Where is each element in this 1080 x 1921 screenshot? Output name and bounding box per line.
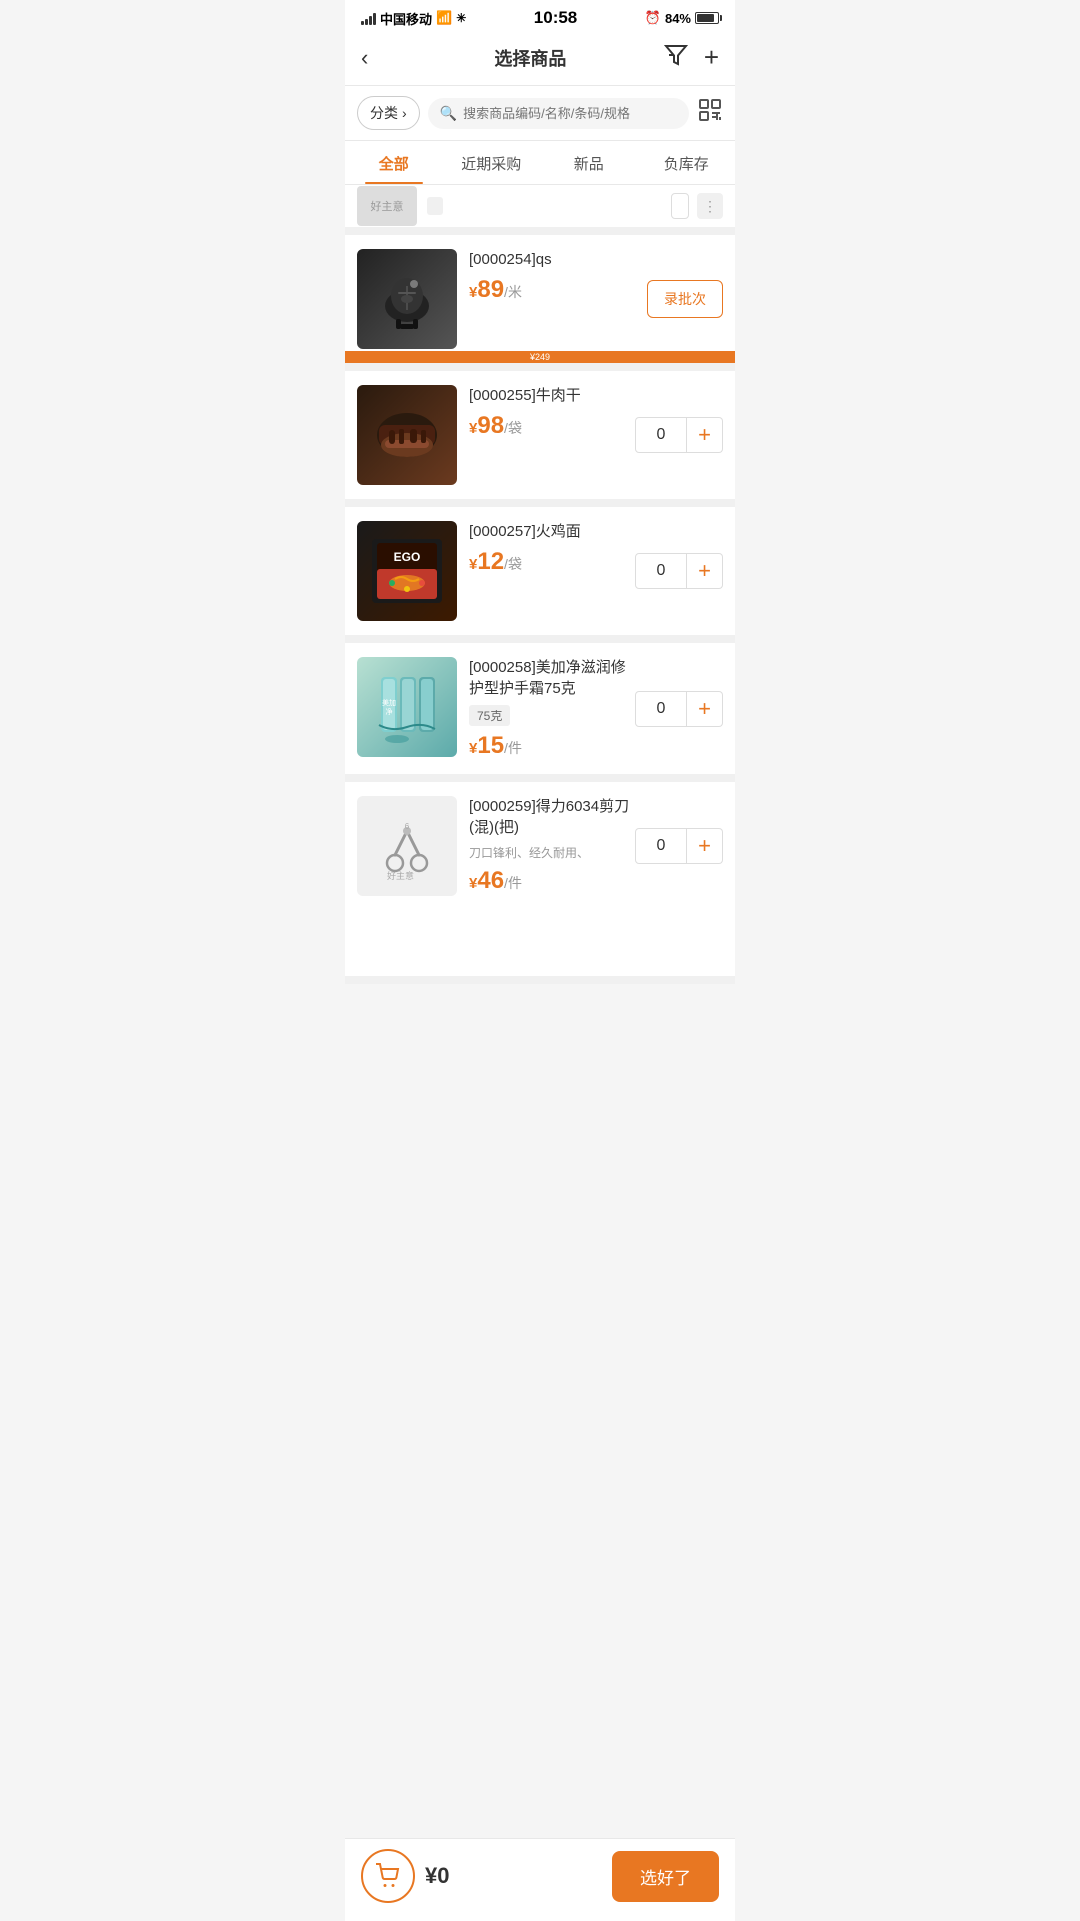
product-item-0000255: [0000255]牛肉干 ¥98/袋 0 + bbox=[345, 371, 735, 507]
product-action-0000259: 0 + bbox=[635, 828, 723, 864]
product-thumb-0000259: 6 好主意 bbox=[357, 796, 457, 896]
category-button[interactable]: 分类 › bbox=[357, 96, 420, 130]
partial-brand-label: 好主意 bbox=[371, 198, 404, 214]
product-thumb-0000257: EGO bbox=[357, 521, 457, 621]
filter-button[interactable] bbox=[664, 43, 688, 73]
product-price-0000257: ¥12/袋 bbox=[469, 548, 635, 576]
partial-item-info bbox=[427, 197, 671, 215]
product-action-0000254: 录批次 bbox=[647, 280, 723, 318]
product-spec-0000258: 75克 bbox=[469, 705, 510, 726]
product-item-0000258: 美加 净 [0000258]美加净滋润修护型护手霜75克 75克 ¥15/件 0… bbox=[345, 643, 735, 782]
category-arrow: › bbox=[402, 105, 407, 121]
status-left: 中国移动 📶 ✳ bbox=[361, 9, 466, 28]
product-thumb-0000254: ¥249 bbox=[357, 249, 457, 349]
bottom-bar: ¥0 选好了 bbox=[345, 1838, 735, 1921]
page-title: 选择商品 bbox=[494, 45, 566, 71]
tab-recent[interactable]: 近期采购 bbox=[443, 141, 541, 184]
product-price-0000254: ¥89/米 bbox=[469, 276, 647, 304]
product-action-0000258: 0 + bbox=[635, 691, 723, 727]
status-right: ⏰ 84% bbox=[645, 10, 719, 26]
qty-control-0000258: 0 + bbox=[635, 691, 723, 727]
tabs-row: 全部 近期采购 新品 负库存 bbox=[345, 141, 735, 185]
carrier-name: 中国移动 bbox=[380, 9, 432, 28]
nav-bar: ‹ 选择商品 + bbox=[345, 32, 735, 86]
cart-button[interactable] bbox=[361, 1849, 415, 1903]
svg-text:美加: 美加 bbox=[382, 698, 396, 707]
product-name-0000254: [0000254]qs bbox=[469, 249, 647, 270]
tab-negative[interactable]: 负库存 bbox=[638, 141, 736, 184]
product-desc-0000259: 刀口锋利、经久耐用、 bbox=[469, 844, 635, 861]
signal-icon bbox=[361, 11, 376, 25]
svg-text:好主意: 好主意 bbox=[387, 870, 414, 881]
product-info-0000258: [0000258]美加净滋润修护型护手霜75克 75克 ¥15/件 bbox=[469, 657, 635, 760]
battery-pct: 84% bbox=[665, 11, 691, 26]
product-item-0000254: ¥249 [0000254]qs ¥89/米 录批次 bbox=[345, 235, 735, 371]
status-time: 10:58 bbox=[534, 8, 577, 28]
qty-plus-0000258[interactable]: + bbox=[687, 691, 723, 727]
qty-control-0000255: 0 + bbox=[635, 417, 723, 453]
product-info-0000254: [0000254]qs ¥89/米 bbox=[469, 249, 647, 304]
svg-text:6: 6 bbox=[405, 822, 410, 831]
status-bar: 中国移动 📶 ✳ 10:58 ⏰ 84% bbox=[345, 0, 735, 32]
product-action-0000257: 0 + bbox=[635, 553, 723, 589]
qty-plus-0000255[interactable]: + bbox=[687, 417, 723, 453]
product-item-0000257: EGO [0000257]火鸡面 ¥12/袋 0 + bbox=[345, 507, 735, 643]
tab-all[interactable]: 全部 bbox=[345, 141, 443, 184]
product-info-0000257: [0000257]火鸡面 ¥12/袋 bbox=[469, 521, 635, 576]
qty-display-0000258: 0 bbox=[635, 691, 687, 727]
product-name-0000258: [0000258]美加净滋润修护型护手霜75克 bbox=[469, 657, 635, 699]
product-thumb-0000258: 美加 净 bbox=[357, 657, 457, 757]
svg-text:净: 净 bbox=[386, 707, 393, 716]
cart-total: ¥0 bbox=[425, 1863, 449, 1889]
product-name-0000255: [0000255]牛肉干 bbox=[469, 385, 635, 406]
search-input-wrap: 🔍 bbox=[428, 98, 689, 129]
back-button[interactable]: ‹ bbox=[361, 45, 397, 71]
tab-new[interactable]: 新品 bbox=[540, 141, 638, 184]
qty-plus-0000259[interactable]: + bbox=[687, 828, 723, 864]
category-label: 分类 bbox=[370, 103, 398, 123]
scan-button[interactable] bbox=[697, 97, 723, 129]
qty-display-0000257: 0 bbox=[635, 553, 687, 589]
confirm-button[interactable]: 选好了 bbox=[612, 1851, 719, 1902]
product-thumb-0000255 bbox=[357, 385, 457, 485]
product-name-0000257: [0000257]火鸡面 bbox=[469, 521, 635, 542]
alarm-icon: ⏰ bbox=[645, 10, 661, 26]
battery-icon bbox=[695, 12, 719, 24]
qty-control-0000257: 0 + bbox=[635, 553, 723, 589]
search-icon: 🔍 bbox=[440, 105, 457, 122]
product-list: ¥249 [0000254]qs ¥89/米 录批次 bbox=[345, 235, 735, 984]
qty-control-0000259: 0 + bbox=[635, 828, 723, 864]
partial-more-icon: ⋮ bbox=[697, 193, 723, 219]
search-row: 分类 › 🔍 bbox=[345, 86, 735, 141]
nav-actions: + bbox=[664, 42, 719, 73]
search-input[interactable] bbox=[463, 106, 677, 121]
batch-button-0000254[interactable]: 录批次 bbox=[647, 280, 723, 318]
sync-icon: ✳ bbox=[456, 11, 466, 25]
product-name-0000259: [0000259]得力6034剪刀(混)(把) bbox=[469, 796, 635, 838]
product-info-0000259: [0000259]得力6034剪刀(混)(把) 刀口锋利、经久耐用、 ¥46/件 bbox=[469, 796, 635, 895]
qty-display-0000255: 0 bbox=[635, 417, 687, 453]
negative-stock-badge bbox=[671, 193, 689, 219]
wifi-icon: 📶 bbox=[436, 10, 452, 26]
product-info-0000255: [0000255]牛肉干 ¥98/袋 bbox=[469, 385, 635, 440]
qty-display-0000259: 0 bbox=[635, 828, 687, 864]
svg-text:EGO: EGO bbox=[394, 550, 421, 564]
partial-product-item: 好主意 ⋮ bbox=[345, 185, 735, 235]
product-price-0000259: ¥46/件 bbox=[469, 867, 635, 895]
partial-tag bbox=[427, 197, 443, 215]
qty-plus-0000257[interactable]: + bbox=[687, 553, 723, 589]
product-action-0000255: 0 + bbox=[635, 417, 723, 453]
product-item-0000259: 6 好主意 [0000259]得力6034剪刀(混)(把) 刀口锋利、经久耐用、… bbox=[345, 782, 735, 984]
product-price-0000258: ¥15/件 bbox=[469, 732, 635, 760]
add-button[interactable]: + bbox=[704, 42, 719, 73]
product-price-0000255: ¥98/袋 bbox=[469, 412, 635, 440]
